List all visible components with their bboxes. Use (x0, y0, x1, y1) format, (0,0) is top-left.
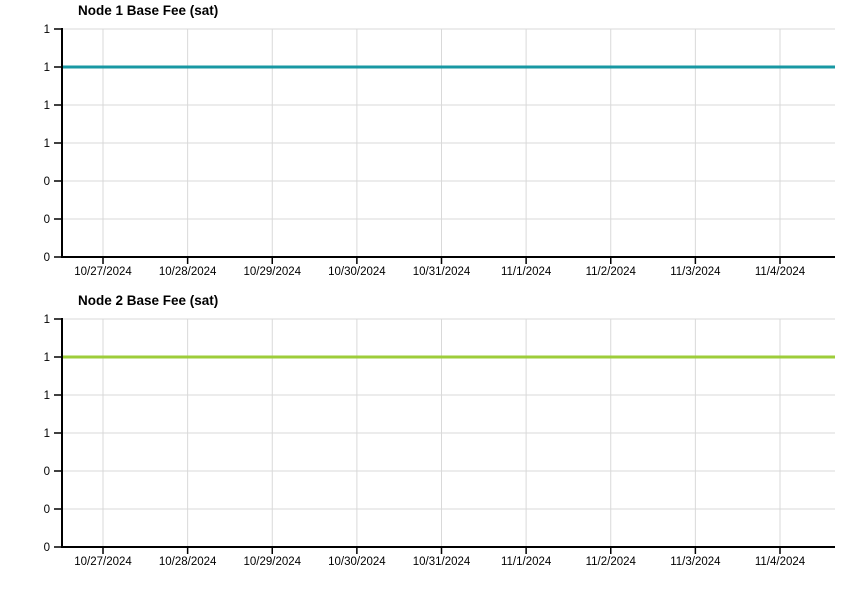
x-tick-label: 10/28/2024 (159, 266, 217, 278)
chart-plot-node1: 0 0 0 1 1 1 1 10/27/2024 10/28/2024 10/29/2024 10/… (44, 24, 835, 278)
x-tick-label: 10/31/2024 (413, 266, 471, 278)
charts-page: Node 1 Base Fee (sat) 0 0 0 1 1 1 1 10/27/2024 1… (0, 0, 860, 580)
x-tick-label: 10/29/2024 (243, 556, 301, 568)
y-tick-label: 0 (44, 214, 50, 226)
x-tick-label: 10/27/2024 (74, 556, 132, 568)
y-tick-label: 1 (44, 428, 50, 440)
chart-node1-base-fee: Node 1 Base Fee (sat) 0 0 0 1 1 1 1 10/27/2024 1… (0, 0, 860, 290)
x-tick-label: 11/4/2024 (755, 266, 806, 278)
chart-node2-base-fee: Node 2 Base Fee (sat) 0 0 0 1 1 1 1 10/27/2024 1… (0, 290, 860, 580)
x-tick-label: 10/30/2024 (328, 556, 386, 568)
y-tick-label: 1 (44, 314, 50, 326)
chart-plot-node2: 0 0 0 1 1 1 1 10/27/2024 10/28/2024 10/29/2024 10/… (44, 314, 835, 568)
y-tick-label: 1 (44, 138, 50, 150)
y-tick-label: 0 (44, 176, 50, 188)
y-tick-label: 1 (44, 24, 50, 36)
x-tick-label: 10/28/2024 (159, 556, 217, 568)
x-tick-label: 11/2/2024 (586, 266, 637, 278)
y-tick-label: 1 (44, 100, 50, 112)
x-tick-label: 10/27/2024 (74, 266, 132, 278)
x-tick-label: 11/1/2024 (501, 266, 552, 278)
y-tick-label: 0 (44, 466, 50, 478)
y-tick-label: 0 (44, 504, 50, 516)
y-tick-label: 1 (44, 352, 50, 364)
x-tick-label: 11/2/2024 (586, 556, 637, 568)
x-tick-label: 11/4/2024 (755, 556, 806, 568)
x-tick-label: 11/3/2024 (670, 266, 721, 278)
y-tick-label: 1 (44, 390, 50, 402)
x-tick-label: 10/30/2024 (328, 266, 386, 278)
y-tick-label: 0 (44, 542, 50, 554)
x-tick-label: 11/3/2024 (670, 556, 721, 568)
x-tick-label: 10/29/2024 (243, 266, 301, 278)
x-tick-label: 10/31/2024 (413, 556, 471, 568)
y-tick-label: 0 (44, 252, 50, 264)
x-tick-label: 11/1/2024 (501, 556, 552, 568)
y-tick-label: 1 (44, 62, 50, 74)
